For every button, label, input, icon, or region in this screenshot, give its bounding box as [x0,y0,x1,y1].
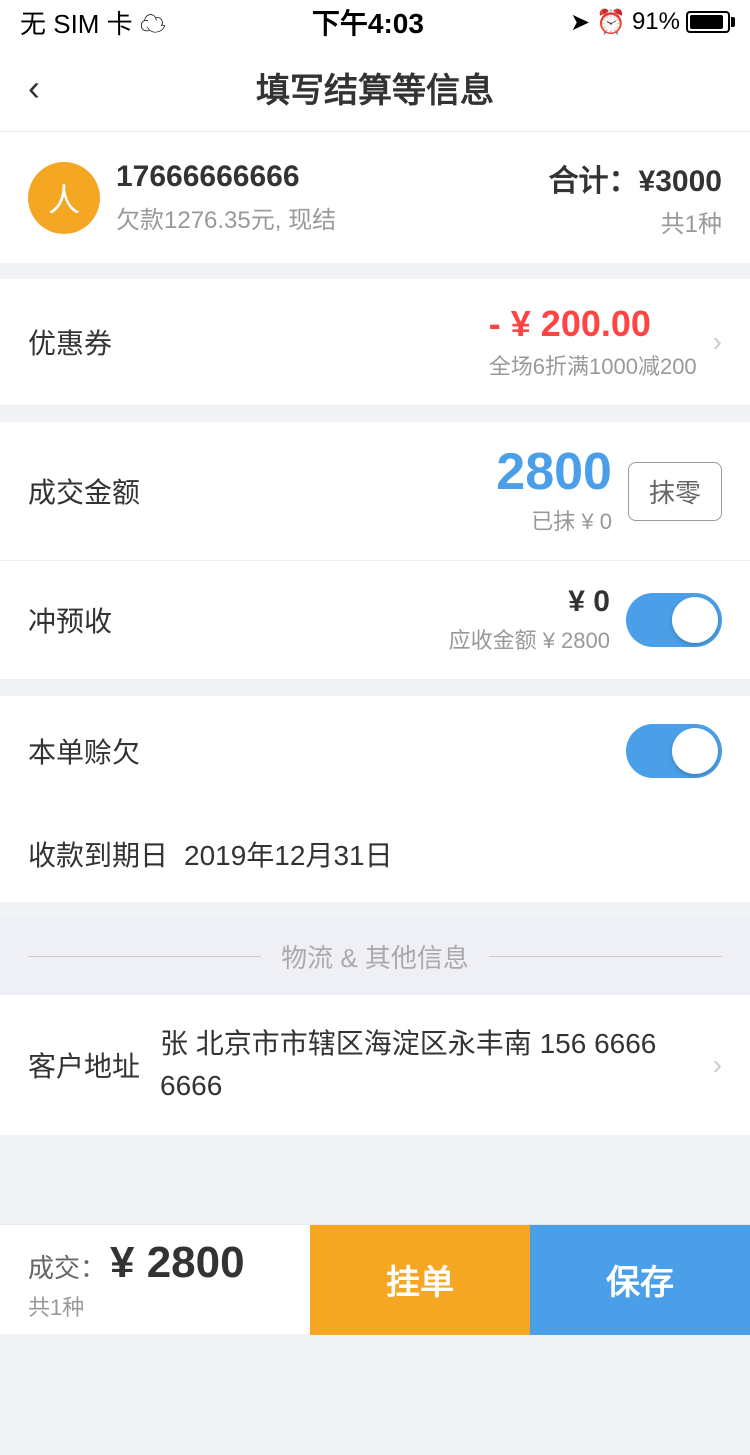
section-divider-2 [0,680,750,696]
prepay-receivable: 应收金额 ¥ 2800 [449,623,610,655]
logistics-line-right [489,956,722,957]
alarm-icon: ⏰ [596,8,626,37]
nav-bar: ‹ 填写结算等信息 [0,44,750,132]
address-label: 客户地址 [28,1045,140,1085]
bottom-deal-count: 共1种 [28,1290,282,1322]
prepay-right: ¥ 0 应收金额 ¥ 2800 [449,585,722,655]
battery-percent: 91% [632,8,680,36]
battery-icon [686,11,730,33]
section-divider-3 [0,902,750,918]
address-row[interactable]: 客户地址 张 北京市市辖区海淀区永丰南 156 6666 6666 › [0,995,750,1135]
logistics-line-left [28,956,261,957]
status-bar: 无 SIM 卡 ☁ 下午4:03 ➤ ⏰ 91% [0,0,750,44]
location-icon: ➤ [570,8,590,37]
deal-wiped: 已抹 ¥ 0 [496,504,612,536]
customer-debt: 欠款1276.35元, 现结 [116,200,336,235]
deal-amount-label: 成交金额 [28,471,140,511]
customer-right: 合计：¥3000 共1种 [549,156,722,239]
bottom-deal-amount: ¥ 2800 [110,1238,245,1288]
coupon-discount: - ¥ 200.00 [489,303,697,345]
customer-left: 人 17666666666 欠款1276.35元, 现结 [28,160,336,235]
prepay-row: 冲预收 ¥ 0 应收金额 ¥ 2800 [0,561,750,680]
page-title: 填写结算等信息 [256,63,494,112]
due-date-row: 收款到期日 2019年12月31日 [0,806,750,902]
deal-amount-block: 2800 已抹 ¥ 0 [496,446,612,536]
coupon-desc: 全场6折满1000减200 [489,349,697,381]
coupon-value-block: - ¥ 200.00 全场6折满1000减200 [489,303,697,381]
bottom-deal-title: 成交： [28,1248,106,1285]
coupon-right: - ¥ 200.00 全场6折满1000减200 › [489,303,722,381]
prepay-amount: ¥ 0 [449,585,610,619]
deal-amount-value: 2800 [496,446,612,498]
debt-label: 本单赊欠 [28,731,140,771]
bottom-deal-title-row: 成交： ¥ 2800 [28,1238,282,1288]
customer-card: 人 17666666666 欠款1276.35元, 现结 合计：¥3000 共1… [0,132,750,263]
coupon-label: 优惠券 [28,322,112,362]
status-time: 下午4:03 [312,2,424,42]
coupon-row[interactable]: 优惠券 - ¥ 200.00 全场6折满1000减200 › [0,279,750,406]
customer-info: 17666666666 欠款1276.35元, 现结 [116,160,336,235]
prepay-info: ¥ 0 应收金额 ¥ 2800 [449,585,610,655]
debt-toggle[interactable] [626,724,722,778]
round-button[interactable]: 抹零 [628,462,722,521]
status-right: ➤ ⏰ 91% [570,8,730,37]
deal-amount-row: 成交金额 2800 已抹 ¥ 0 抹零 [0,422,750,561]
chevron-right-icon: › [713,326,722,358]
total-amount: 合计：¥3000 [549,156,722,200]
address-chevron-icon: › [713,1049,722,1081]
avatar: 人 [28,162,100,234]
prepay-label: 冲预收 [28,600,112,640]
status-left: 无 SIM 卡 ☁ [20,4,166,41]
prepay-toggle[interactable] [626,593,722,647]
sim-status: 无 SIM 卡 ☁ [20,4,166,41]
hang-single-button[interactable]: 挂单 [310,1225,530,1335]
section-divider-1 [0,406,750,422]
address-content: 张 北京市市辖区海淀区永丰南 156 6666 6666 [160,1023,701,1107]
due-date-label: 收款到期日 [28,834,168,874]
debt-row: 本单赊欠 [0,696,750,806]
logistics-label: 物流 & 其他信息 [281,938,469,975]
customer-phone: 17666666666 [116,160,336,194]
due-date-value: 2019年12月31日 [184,834,393,874]
back-button[interactable]: ‹ [28,67,40,109]
save-button[interactable]: 保存 [530,1225,750,1335]
deal-amount-right: 2800 已抹 ¥ 0 抹零 [496,446,722,536]
bottom-deal-info: 成交： ¥ 2800 共1种 [0,1238,310,1322]
total-count: 共1种 [549,204,722,239]
logistics-divider: 物流 & 其他信息 [0,918,750,995]
bottom-bar: 成交： ¥ 2800 共1种 挂单 保存 [0,1224,750,1334]
